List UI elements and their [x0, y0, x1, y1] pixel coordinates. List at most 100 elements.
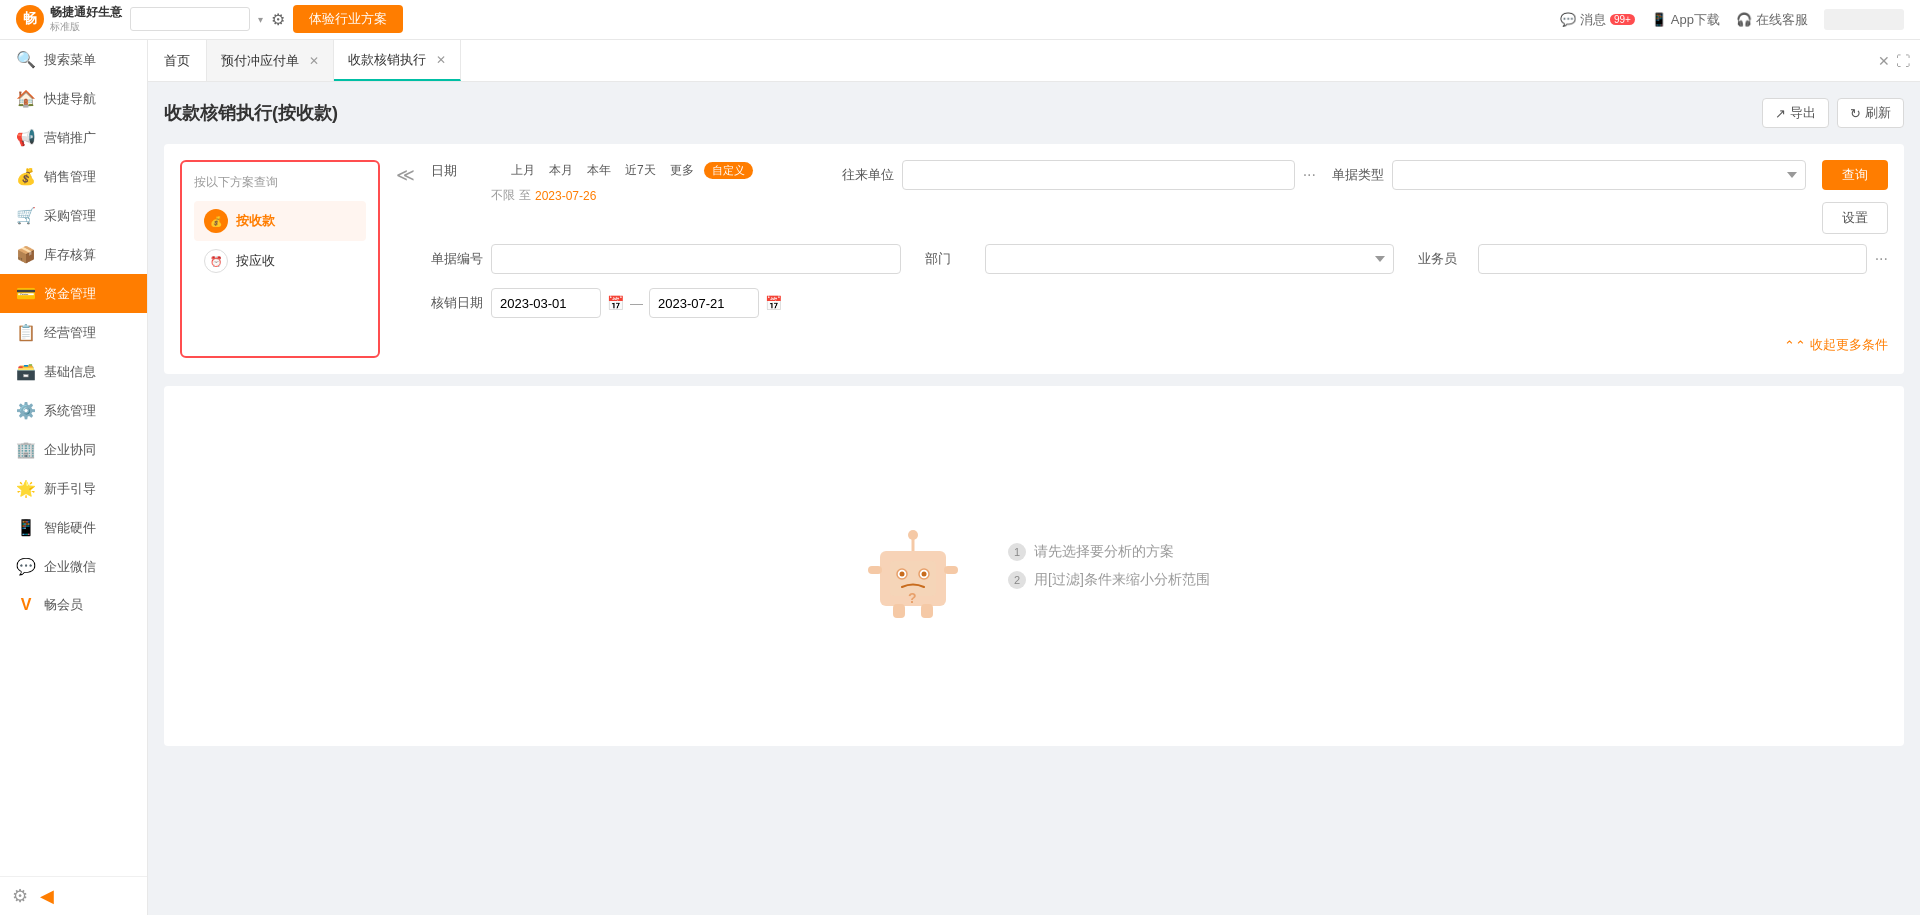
collapse-label: 收起更多条件	[1810, 336, 1888, 354]
tab-actions: ✕ ⛶	[1868, 53, 1920, 69]
topbar-left: 畅 畅捷通好生意 标准版 ▾ ⚙ 体验行业方案	[16, 5, 403, 33]
date-label: 日期	[431, 162, 483, 180]
verify-date-start-input[interactable]	[491, 288, 601, 318]
date-7days-btn[interactable]: 近7天	[621, 160, 660, 181]
topbar-chevron-icon[interactable]: ▾	[258, 14, 263, 25]
logo-char: 畅	[23, 10, 37, 28]
sidebar-item-operation[interactable]: 📋 经营管理	[0, 313, 147, 352]
staff-dots-icon[interactable]: ···	[1875, 250, 1888, 268]
tab-home[interactable]: 首页	[148, 40, 207, 81]
filter-option-by-receivable[interactable]: ⏰ 按应收	[194, 241, 366, 281]
verify-date-range: 📅 — 📅	[491, 288, 909, 318]
partner-input[interactable]	[902, 160, 1295, 190]
export-button[interactable]: ↗ 导出	[1762, 98, 1829, 128]
tab-receipt-offset[interactable]: 收款核销执行 ✕	[334, 40, 461, 81]
page-header-actions: ↗ 导出 ↻ 刷新	[1762, 98, 1904, 128]
sidebar-collapse-icon[interactable]: ◀	[40, 885, 54, 907]
sidebar-item-basic-info[interactable]: 🗃️ 基础信息	[0, 352, 147, 391]
sidebar-item-inventory[interactable]: 📦 库存核算	[0, 235, 147, 274]
tab-receipt-close-icon[interactable]: ✕	[436, 53, 446, 67]
verify-date-start-calendar-icon[interactable]: 📅	[607, 295, 624, 311]
collapse-bar: ⌃⌃ 收起更多条件	[431, 332, 1888, 358]
logo-badge: 标准版	[50, 20, 122, 34]
svg-rect-8	[944, 566, 958, 574]
headset-icon: 🎧	[1736, 12, 1752, 27]
tab-maximize-icon[interactable]: ⛶	[1896, 53, 1910, 69]
filter-row-2: 单据编号 部门 业务员	[431, 244, 1888, 274]
sidebar-item-hardware[interactable]: 📱 智能硬件	[0, 508, 147, 547]
tab-prepay[interactable]: 预付冲应付单 ✕	[207, 40, 334, 81]
svg-rect-10	[921, 604, 933, 618]
filter-row-1: 日期 上月 本月 本年 近7天 更多 自定义	[431, 160, 1888, 234]
doc-no-input[interactable]	[491, 244, 901, 274]
sidebar-item-sales[interactable]: 💰 销售管理	[0, 157, 147, 196]
refresh-button[interactable]: ↻ 刷新	[1837, 98, 1904, 128]
messages-item[interactable]: 💬 消息 99+	[1560, 11, 1635, 29]
date-this-year-btn[interactable]: 本年	[583, 160, 615, 181]
partner-dots-icon[interactable]: ···	[1303, 166, 1316, 184]
by-receivable-label: 按应收	[236, 252, 275, 270]
sidebar-settings-icon[interactable]: ⚙	[12, 885, 28, 907]
date-this-month-btn[interactable]: 本月	[545, 160, 577, 181]
sidebar-item-wechat[interactable]: 💬 企业微信	[0, 547, 147, 586]
svg-point-5	[922, 572, 927, 577]
date-last-month-btn[interactable]: 上月	[507, 160, 539, 181]
collapse-more-conditions-btn[interactable]: ⌃⌃ 收起更多条件	[1784, 336, 1888, 354]
empty-hint-1: 1 请先选择要分析的方案	[1008, 543, 1210, 561]
hint-2-text: 用[过滤]条件来缩小分析范围	[1034, 571, 1210, 589]
tab-close-window-icon[interactable]: ✕	[1878, 53, 1890, 69]
sidebar-item-finance[interactable]: 💳 资金管理	[0, 274, 147, 313]
sidebar-item-system[interactable]: ⚙️ 系统管理	[0, 391, 147, 430]
verify-date-field: 核销日期 📅 — 📅	[431, 288, 909, 318]
sidebar-item-search-menu[interactable]: 🔍 搜索菜单	[0, 40, 147, 79]
finance-icon: 💳	[16, 284, 36, 303]
topbar-title-input	[130, 7, 250, 31]
empty-state-card: ? 1	[164, 386, 1904, 746]
doc-type-select[interactable]	[1392, 160, 1806, 190]
online-service-item[interactable]: 🎧 在线客服	[1736, 11, 1808, 29]
filter-sidebar: 按以下方案查询 💰 按收款 ⏰ 按应收	[180, 160, 380, 358]
verify-date-end-calendar-icon[interactable]: 📅	[765, 295, 782, 311]
filter-collapse-sidebar-btn[interactable]: ≪	[392, 164, 419, 186]
sidebar: 🔍 搜索菜单 🏠 快捷导航 📢 营销推广 💰 销售管理 🛒 采购管理 📦 库存核…	[0, 40, 148, 915]
main-layout: 🔍 搜索菜单 🏠 快捷导航 📢 营销推广 💰 销售管理 🛒 采购管理 📦 库存核…	[0, 40, 1920, 915]
svg-point-4	[900, 572, 905, 577]
sidebar-item-purchase[interactable]: 🛒 采购管理	[0, 196, 147, 235]
topbar-gear-icon[interactable]: ⚙	[271, 10, 285, 29]
sidebar-label-member: 畅会员	[44, 596, 83, 614]
verify-date-end-input[interactable]	[649, 288, 759, 318]
sidebar-item-marketing[interactable]: 📢 营销推广	[0, 118, 147, 157]
user-avatar[interactable]	[1824, 9, 1904, 30]
staff-input[interactable]	[1478, 244, 1866, 274]
app-download-label: App下载	[1671, 11, 1720, 29]
query-button[interactable]: 查询	[1822, 160, 1888, 190]
logo-icon: 畅	[16, 5, 44, 33]
solution-button[interactable]: 体验行业方案	[293, 5, 403, 33]
sidebar-item-member[interactable]: V 畅会员	[0, 586, 147, 624]
filter-option-by-receipt[interactable]: 💰 按收款	[194, 201, 366, 241]
system-icon: ⚙️	[16, 401, 36, 420]
date-more-btn[interactable]: 更多	[666, 160, 698, 181]
hardware-icon: 📱	[16, 518, 36, 537]
topbar-right: 💬 消息 99+ 📱 App下载 🎧 在线客服	[1560, 9, 1904, 30]
department-field: 部门	[925, 244, 1395, 274]
department-select[interactable]	[985, 244, 1395, 274]
page-header: 收款核销执行(按收款) ↗ 导出 ↻ 刷新	[164, 98, 1904, 128]
collapse-icon: ⌃⌃	[1784, 338, 1806, 353]
sidebar-item-guide[interactable]: 🌟 新手引导	[0, 469, 147, 508]
tab-prepay-close-icon[interactable]: ✕	[309, 54, 319, 68]
app-download-item[interactable]: 📱 App下载	[1651, 11, 1720, 29]
sidebar-item-enterprise[interactable]: 🏢 企业协同	[0, 430, 147, 469]
date-custom-badge: 自定义	[704, 162, 753, 179]
sidebar-label-marketing: 营销推广	[44, 129, 96, 147]
settings-button[interactable]: 设置	[1822, 202, 1888, 234]
date-field-group: 日期 上月 本月 本年 近7天 更多 自定义	[431, 160, 826, 204]
by-receipt-icon: 💰	[204, 209, 228, 233]
verify-date-separator: —	[630, 296, 643, 311]
svg-point-12	[908, 530, 918, 540]
step-2-icon: 2	[1008, 571, 1026, 589]
logo-text: 畅捷通好生意	[50, 5, 122, 19]
sidebar-item-quick-nav[interactable]: 🏠 快捷导航	[0, 79, 147, 118]
staff-field: 业务员 ···	[1418, 244, 1888, 274]
tab-prepay-label: 预付冲应付单	[221, 52, 299, 70]
